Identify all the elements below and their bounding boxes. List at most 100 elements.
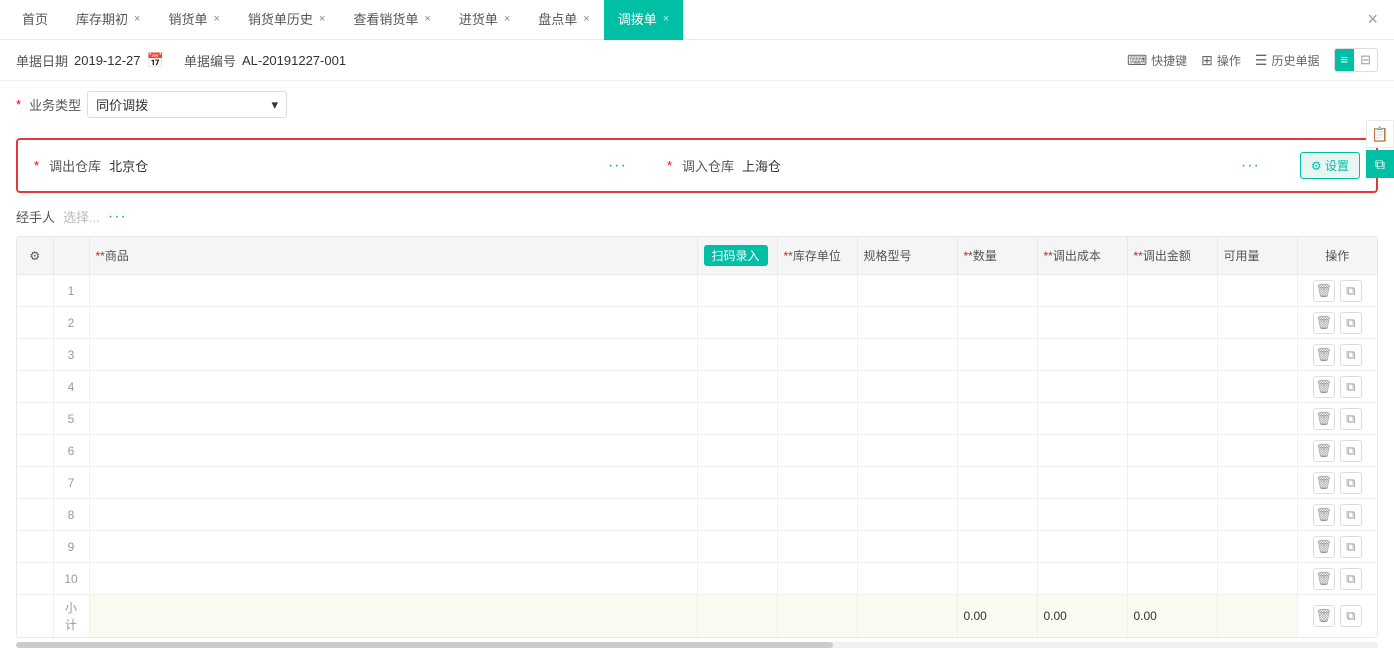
row-amount-cell[interactable] — [1127, 403, 1217, 435]
row-cost-cell[interactable] — [1037, 371, 1127, 403]
delete-icon[interactable]: 🗑 — [1313, 440, 1335, 462]
delete-icon[interactable]: 🗑 — [1313, 376, 1335, 398]
calendar-icon[interactable]: 📅 — [147, 52, 164, 69]
copy-icon[interactable]: ⧉ — [1340, 605, 1362, 627]
row-cost-cell[interactable] — [1037, 467, 1127, 499]
row-qty-cell[interactable] — [957, 467, 1037, 499]
row-cost-cell[interactable] — [1037, 499, 1127, 531]
tab-inventory-check[interactable]: 盘点单 × — [524, 0, 603, 40]
tab-inventory-init[interactable]: 库存期初 × — [62, 0, 154, 40]
delete-icon[interactable]: 🗑 — [1313, 472, 1335, 494]
row-product-cell[interactable] — [89, 499, 697, 531]
sidebar-doc-button[interactable]: 📋 — [1366, 120, 1394, 148]
row-spec-cell[interactable] — [857, 339, 957, 371]
date-value[interactable]: 2019-12-27 — [74, 53, 141, 68]
row-qty-cell[interactable] — [957, 275, 1037, 307]
transfer-in-value[interactable]: 上海仓 — [742, 156, 1233, 175]
row-qty-cell[interactable] — [957, 499, 1037, 531]
row-qty-cell[interactable] — [957, 371, 1037, 403]
row-cost-cell[interactable] — [1037, 531, 1127, 563]
row-amount-cell[interactable] — [1127, 499, 1217, 531]
tab-sales-order[interactable]: 销货单 × — [154, 0, 233, 40]
tab-close-purchase-order[interactable]: × — [504, 13, 510, 25]
tab-close-sales-history[interactable]: × — [319, 13, 325, 25]
transfer-out-more-icon[interactable]: ··· — [608, 157, 627, 175]
horizontal-scrollbar[interactable] — [16, 642, 1378, 648]
business-type-select[interactable]: 同价调拨 ▾ — [87, 91, 287, 118]
scroll-thumb[interactable] — [16, 642, 833, 648]
sidebar-link-button[interactable]: ⧉ — [1366, 150, 1394, 178]
warehouse-settings-button[interactable]: ⚙ 设置 — [1300, 152, 1360, 179]
operation-button[interactable]: ⊞ 操作 — [1201, 52, 1241, 69]
copy-icon[interactable]: ⧉ — [1340, 472, 1362, 494]
copy-icon[interactable]: ⧉ — [1340, 504, 1362, 526]
handler-more-icon[interactable]: ··· — [108, 208, 127, 226]
row-amount-cell[interactable] — [1127, 435, 1217, 467]
row-qty-cell[interactable] — [957, 339, 1037, 371]
row-amount-cell[interactable] — [1127, 339, 1217, 371]
row-amount-cell[interactable] — [1127, 275, 1217, 307]
delete-icon[interactable]: 🗑 — [1313, 605, 1335, 627]
row-unit-cell[interactable] — [777, 531, 857, 563]
copy-icon[interactable]: ⧉ — [1340, 344, 1362, 366]
scan-button[interactable]: 扫码录入 — [704, 245, 768, 266]
row-spec-cell[interactable] — [857, 467, 957, 499]
view-grid-button[interactable]: ⊟ — [1354, 49, 1377, 71]
delete-icon[interactable]: 🗑 — [1313, 344, 1335, 366]
copy-icon[interactable]: ⧉ — [1340, 312, 1362, 334]
row-qty-cell[interactable] — [957, 403, 1037, 435]
tab-close-view-sales[interactable]: × — [424, 13, 430, 25]
row-product-cell[interactable] — [89, 435, 697, 467]
row-cost-cell[interactable] — [1037, 339, 1127, 371]
row-unit-cell[interactable] — [777, 467, 857, 499]
copy-icon[interactable]: ⧉ — [1340, 440, 1362, 462]
delete-icon[interactable]: 🗑 — [1313, 312, 1335, 334]
row-product-cell[interactable] — [89, 531, 697, 563]
shortcut-button[interactable]: ⌨ 快捷键 — [1127, 52, 1187, 69]
row-qty-cell[interactable] — [957, 435, 1037, 467]
row-cost-cell[interactable] — [1037, 435, 1127, 467]
tab-view-sales[interactable]: 查看销货单 × — [339, 0, 444, 40]
tab-sales-history[interactable]: 销货单历史 × — [234, 0, 339, 40]
handler-select[interactable]: 选择... — [63, 207, 100, 226]
row-spec-cell[interactable] — [857, 403, 957, 435]
copy-icon[interactable]: ⧉ — [1340, 408, 1362, 430]
row-unit-cell[interactable] — [777, 563, 857, 595]
copy-icon[interactable]: ⧉ — [1340, 568, 1362, 590]
row-cost-cell[interactable] — [1037, 275, 1127, 307]
tab-close-inventory-check[interactable]: × — [583, 13, 589, 25]
row-amount-cell[interactable] — [1127, 307, 1217, 339]
row-product-cell[interactable] — [89, 307, 697, 339]
row-spec-cell[interactable] — [857, 435, 957, 467]
tab-purchase-order[interactable]: 进货单 × — [445, 0, 524, 40]
delete-icon[interactable]: 🗑 — [1313, 280, 1335, 302]
history-button[interactable]: ☰ 历史单据 — [1255, 52, 1320, 69]
row-spec-cell[interactable] — [857, 531, 957, 563]
row-unit-cell[interactable] — [777, 435, 857, 467]
row-product-cell[interactable] — [89, 563, 697, 595]
row-cost-cell[interactable] — [1037, 307, 1127, 339]
row-spec-cell[interactable] — [857, 563, 957, 595]
row-qty-cell[interactable] — [957, 307, 1037, 339]
row-product-cell[interactable] — [89, 275, 697, 307]
row-qty-cell[interactable] — [957, 563, 1037, 595]
delete-icon[interactable]: 🗑 — [1313, 568, 1335, 590]
row-unit-cell[interactable] — [777, 275, 857, 307]
row-cost-cell[interactable] — [1037, 403, 1127, 435]
row-product-cell[interactable] — [89, 339, 697, 371]
tab-home[interactable]: 首页 — [8, 0, 62, 40]
row-unit-cell[interactable] — [777, 403, 857, 435]
tab-close-sales-order[interactable]: × — [213, 13, 219, 25]
delete-icon[interactable]: 🗑 — [1313, 408, 1335, 430]
copy-icon[interactable]: ⧉ — [1340, 376, 1362, 398]
row-spec-cell[interactable] — [857, 275, 957, 307]
transfer-out-value[interactable]: 北京仓 — [109, 156, 600, 175]
row-product-cell[interactable] — [89, 371, 697, 403]
row-amount-cell[interactable] — [1127, 371, 1217, 403]
tab-transfer-order[interactable]: 调拨单 × — [604, 0, 683, 40]
row-unit-cell[interactable] — [777, 371, 857, 403]
row-spec-cell[interactable] — [857, 499, 957, 531]
window-close-button[interactable]: × — [1359, 9, 1386, 30]
delete-icon[interactable]: 🗑 — [1313, 504, 1335, 526]
row-cost-cell[interactable] — [1037, 563, 1127, 595]
